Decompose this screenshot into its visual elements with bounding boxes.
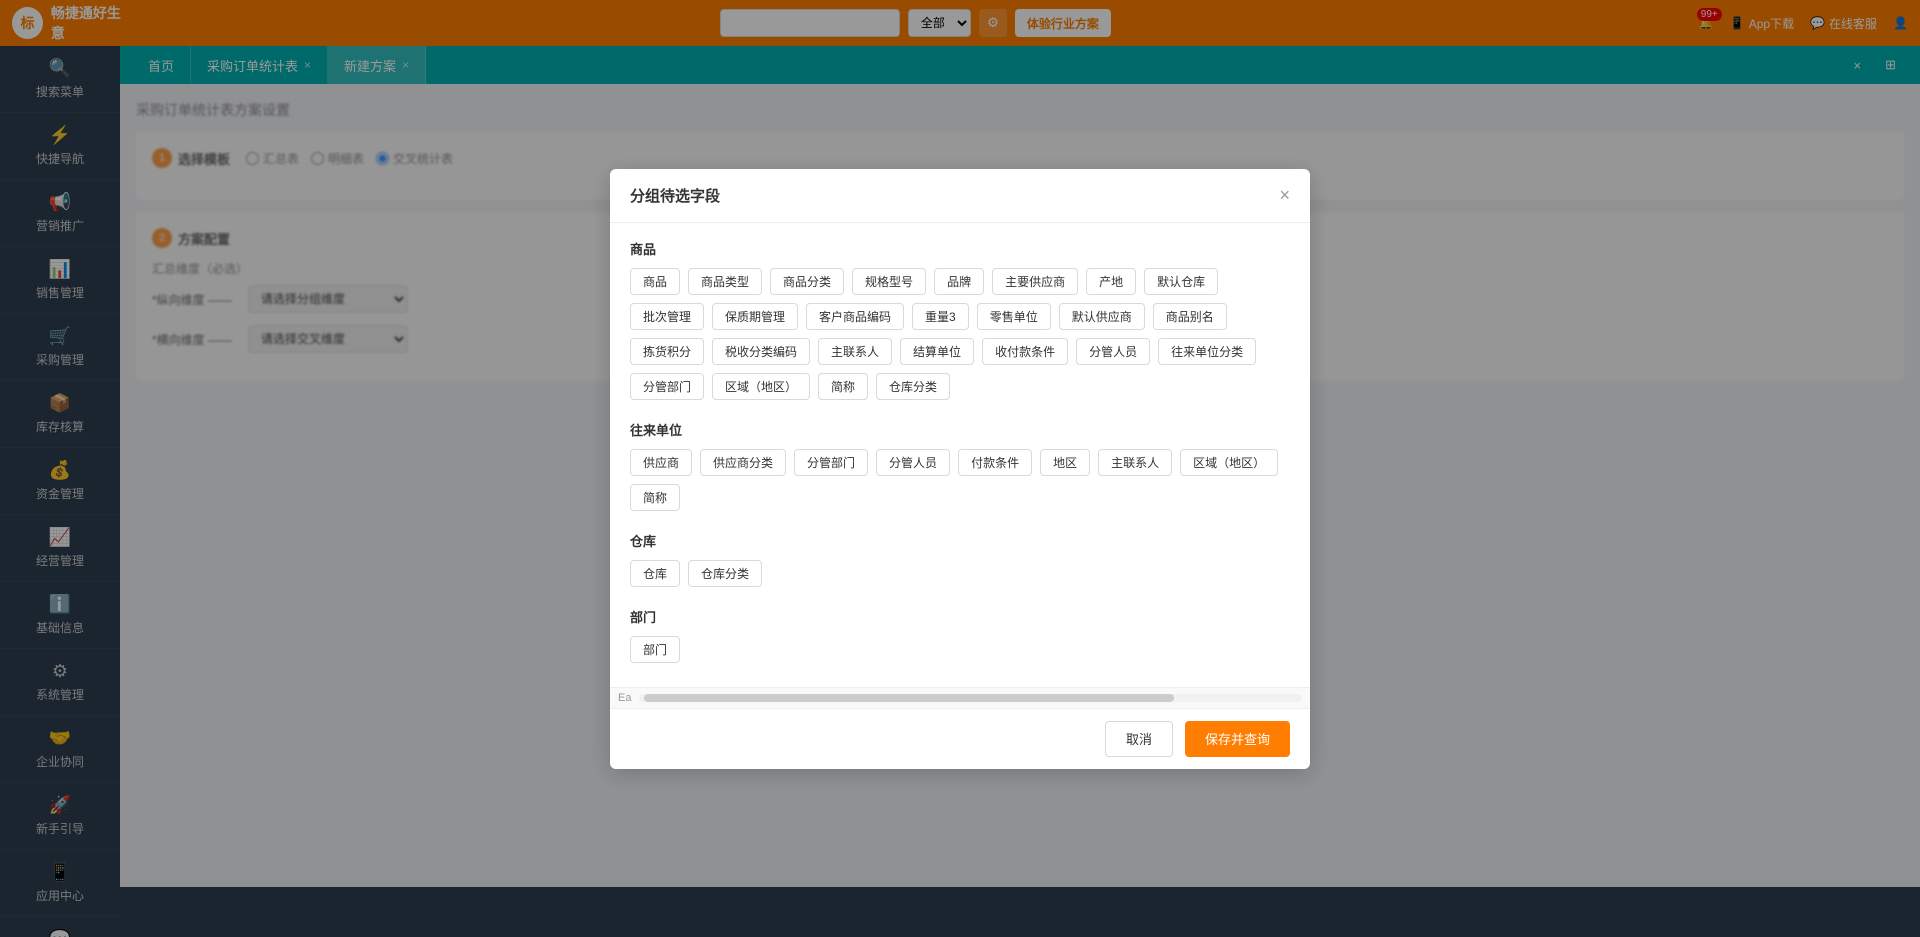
field-tag-product-alias[interactable]: 商品别名 xyxy=(1153,303,1227,330)
field-group-partner-title: 往来单位 xyxy=(630,420,1290,439)
field-tag-partner-area[interactable]: 区域（地区） xyxy=(1180,449,1278,476)
field-tag-customer-code[interactable]: 客户商品编码 xyxy=(806,303,904,330)
field-tag-origin[interactable]: 产地 xyxy=(1086,268,1136,295)
scroll-hint-text: Ea xyxy=(618,692,631,704)
field-tag-weight3[interactable]: 重量3 xyxy=(912,303,969,330)
field-tag-expiry-mgmt[interactable]: 保质期管理 xyxy=(712,303,798,330)
field-tag-short-name[interactable]: 简称 xyxy=(818,373,868,400)
field-tag-warehouse[interactable]: 仓库 xyxy=(630,560,680,587)
field-tag-product-category[interactable]: 商品分类 xyxy=(770,268,844,295)
field-tag-contact-type[interactable]: 往来单位分类 xyxy=(1158,338,1256,365)
scrollbar-thumb xyxy=(644,694,1174,702)
field-tag-settlement-unit[interactable]: 结算单位 xyxy=(900,338,974,365)
field-tag-supplier-cat[interactable]: 供应商分类 xyxy=(700,449,786,476)
field-tag-batch-mgmt[interactable]: 批次管理 xyxy=(630,303,704,330)
field-tag-default-supplier[interactable]: 默认供应商 xyxy=(1059,303,1145,330)
field-tags-partner: 供应商 供应商分类 分管部门 分管人员 付款条件 地区 主联系人 区域（地区） … xyxy=(630,449,1290,511)
field-tag-brand[interactable]: 品牌 xyxy=(934,268,984,295)
field-tag-region[interactable]: 区域（地区） xyxy=(712,373,810,400)
field-tag-supervisor[interactable]: 分管人员 xyxy=(1076,338,1150,365)
modal: 分组待选字段 × 商品 商品 商品类型 商品分类 规格型号 品牌 主要供应商 产… xyxy=(610,169,1310,769)
field-group-product: 商品 商品 商品类型 商品分类 规格型号 品牌 主要供应商 产地 默认仓库 批次… xyxy=(630,239,1290,400)
field-tag-partner-dept[interactable]: 分管部门 xyxy=(794,449,868,476)
field-tags-department: 部门 xyxy=(630,636,1290,663)
field-tag-main-contact[interactable]: 主联系人 xyxy=(818,338,892,365)
field-tag-product-type[interactable]: 商品类型 xyxy=(688,268,762,295)
field-tag-partner-short[interactable]: 简称 xyxy=(630,484,680,511)
modal-close-button[interactable]: × xyxy=(1279,185,1290,206)
modal-header: 分组待选字段 × xyxy=(610,169,1310,223)
field-tag-partner-payment[interactable]: 付款条件 xyxy=(958,449,1032,476)
field-tag-product[interactable]: 商品 xyxy=(630,268,680,295)
field-group-warehouse-title: 仓库 xyxy=(630,531,1290,550)
field-tag-pick-points[interactable]: 拣货积分 xyxy=(630,338,704,365)
save-query-button[interactable]: 保存并查询 xyxy=(1185,721,1290,757)
cancel-button[interactable]: 取消 xyxy=(1105,721,1173,757)
field-group-department: 部门 部门 xyxy=(630,607,1290,663)
field-tag-warehouse-category[interactable]: 仓库分类 xyxy=(688,560,762,587)
field-tag-default-warehouse[interactable]: 默认仓库 xyxy=(1144,268,1218,295)
modal-scroll-bar-area: Ea xyxy=(610,687,1310,708)
field-group-product-title: 商品 xyxy=(630,239,1290,258)
field-tag-payment-terms[interactable]: 收付款条件 xyxy=(982,338,1068,365)
modal-body[interactable]: 商品 商品 商品类型 商品分类 规格型号 品牌 主要供应商 产地 默认仓库 批次… xyxy=(610,223,1310,687)
field-tag-partner-region[interactable]: 地区 xyxy=(1040,449,1090,476)
field-tag-tax-code[interactable]: 税收分类编码 xyxy=(712,338,810,365)
field-tag-retail-unit[interactable]: 零售单位 xyxy=(977,303,1051,330)
field-tag-partner-contact[interactable]: 主联系人 xyxy=(1098,449,1172,476)
field-group-partner: 往来单位 供应商 供应商分类 分管部门 分管人员 付款条件 地区 主联系人 区域… xyxy=(630,420,1290,511)
field-tag-warehouse-cat[interactable]: 仓库分类 xyxy=(876,373,950,400)
field-tag-supplier[interactable]: 供应商 xyxy=(630,449,692,476)
modal-title: 分组待选字段 xyxy=(630,185,720,206)
field-group-department-title: 部门 xyxy=(630,607,1290,626)
field-tag-main-supplier[interactable]: 主要供应商 xyxy=(992,268,1078,295)
field-tag-dept[interactable]: 分管部门 xyxy=(630,373,704,400)
horizontal-scrollbar[interactable] xyxy=(639,694,1302,702)
field-group-warehouse: 仓库 仓库 仓库分类 xyxy=(630,531,1290,587)
field-tag-spec-model[interactable]: 规格型号 xyxy=(852,268,926,295)
modal-footer: 取消 保存并查询 xyxy=(610,708,1310,769)
field-tags-product: 商品 商品类型 商品分类 规格型号 品牌 主要供应商 产地 默认仓库 批次管理 … xyxy=(630,268,1290,400)
field-tag-partner-supervisor[interactable]: 分管人员 xyxy=(876,449,950,476)
modal-overlay: 分组待选字段 × 商品 商品 商品类型 商品分类 规格型号 品牌 主要供应商 产… xyxy=(0,0,1920,937)
field-tag-department[interactable]: 部门 xyxy=(630,636,680,663)
field-tags-warehouse: 仓库 仓库分类 xyxy=(630,560,1290,587)
